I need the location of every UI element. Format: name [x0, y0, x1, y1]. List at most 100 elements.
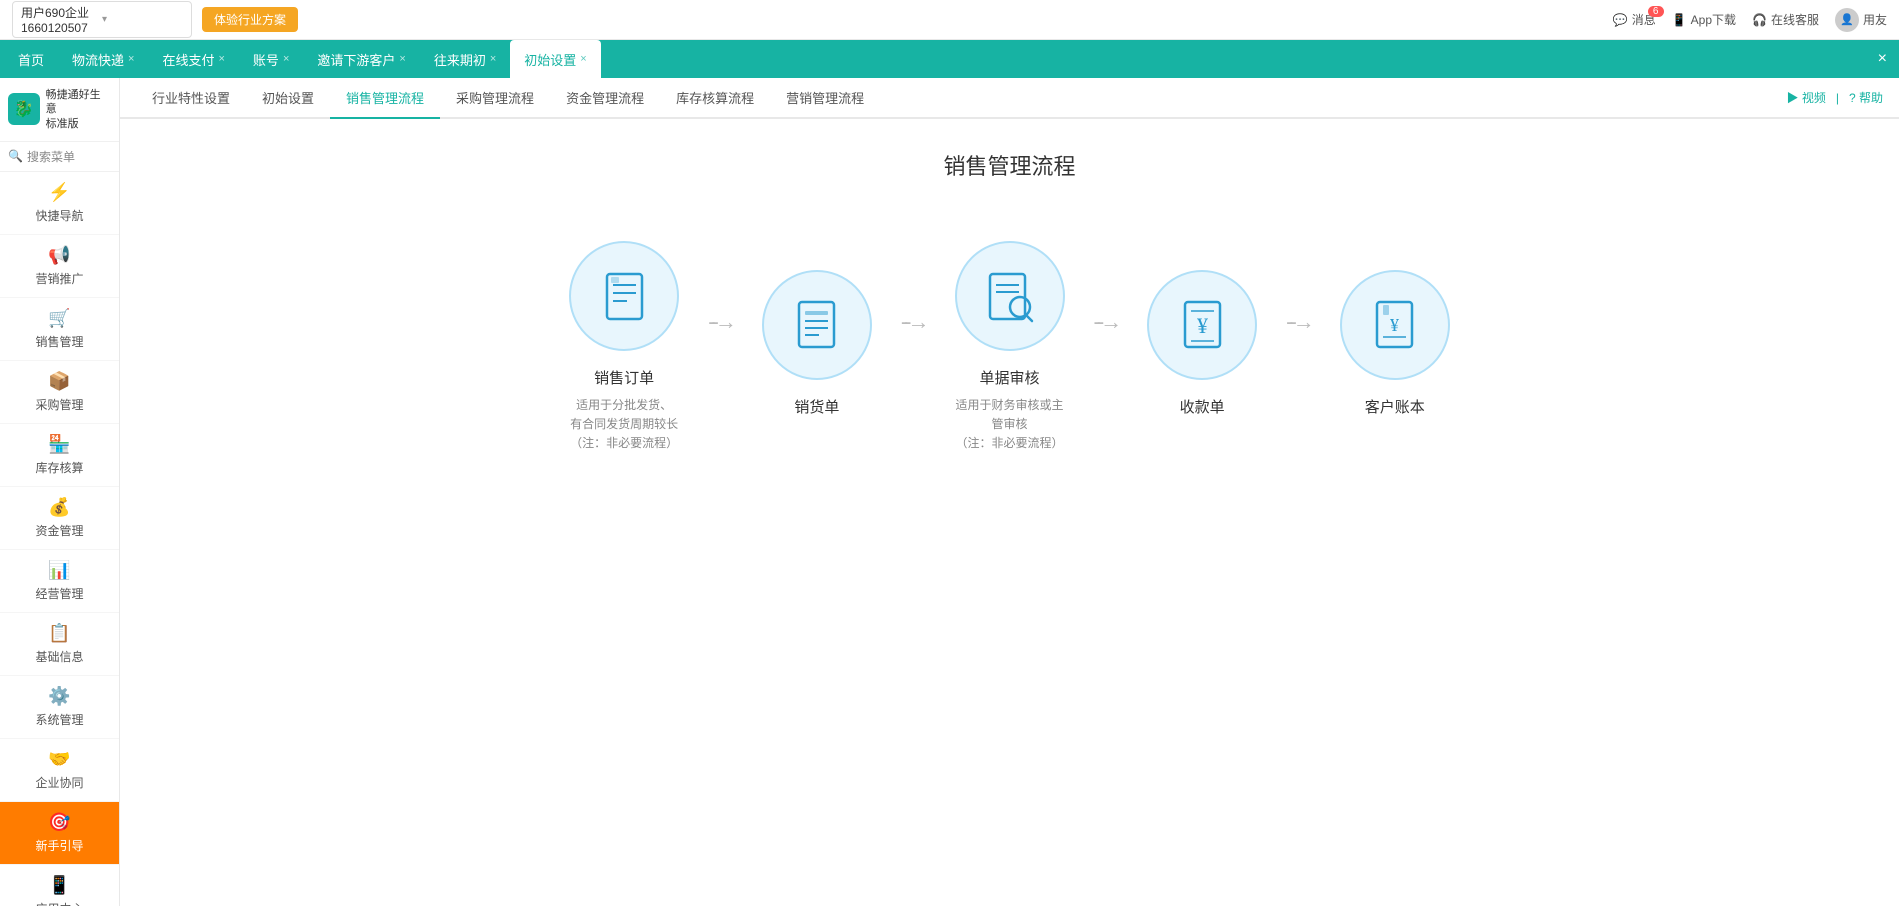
purchase-label: 采购管理 — [35, 396, 83, 413]
message-btn[interactable]: 💬 消息 6 — [1613, 11, 1656, 28]
system-icon: ⚙️ — [48, 686, 70, 707]
sidebar: 🐉 畅捷通好生意 标准版 🔍 搜索菜单 ⚡ 快捷导航 📢 营销推广 🛒 销售管理… — [0, 78, 120, 906]
help-label: 帮助 — [1859, 91, 1883, 105]
system-label: 系统管理 — [35, 711, 83, 728]
sales-label: 销售管理 — [35, 333, 83, 350]
subtab-init[interactable]: 初始设置 — [246, 78, 330, 119]
sidebar-item-enterprise[interactable]: 🤝 企业协同 — [0, 739, 119, 802]
top-bar-right: 💬 消息 6 📱 App下载 🎧 在线客服 👤 用友 — [1613, 8, 1887, 32]
nav-tab-payment[interactable]: 在线支付 × — [148, 40, 238, 78]
basic-label: 基础信息 — [35, 648, 83, 665]
sidebar-item-operation[interactable]: 📊 经营管理 — [0, 550, 119, 613]
close-history-icon[interactable]: × — [490, 53, 496, 65]
sidebar-item-app-center[interactable]: 📱 应用中心 — [0, 865, 119, 906]
inventory-icon: 🏪 — [48, 434, 70, 455]
subtab-marketing-flow[interactable]: 营销管理流程 — [770, 78, 880, 119]
message-badge: 6 — [1648, 6, 1664, 17]
close-payment-icon[interactable]: × — [218, 53, 224, 65]
close-invite-icon[interactable]: × — [399, 53, 405, 65]
nav-tab-account[interactable]: 账号 × — [239, 40, 303, 78]
sidebar-item-finance[interactable]: 💰 资金管理 — [0, 487, 119, 550]
flow-step-audit[interactable]: 单据审核 适用于财务审核或主管审核（注：非必要流程） — [930, 241, 1090, 454]
nav-tab-init[interactable]: 初始设置 × — [510, 40, 600, 78]
audit-desc: 适用于财务审核或主管审核（注：非必要流程） — [955, 396, 1063, 454]
subtab-inventory-calc[interactable]: 库存核算流程 — [660, 78, 770, 119]
nav-tab-payment-label: 在线支付 — [162, 50, 214, 69]
subtab-sales-flow[interactable]: 销售管理流程 — [330, 78, 440, 119]
sidebar-item-fast-nav[interactable]: ⚡ 快捷导航 — [0, 172, 119, 235]
nav-tab-logistics-label: 物流快递 — [72, 50, 124, 69]
subtab-industry[interactable]: 行业特性设置 — [136, 78, 246, 119]
fast-nav-label: 快捷导航 — [35, 207, 83, 224]
customer-account-name: 客户账本 — [1365, 396, 1425, 417]
app-center-label: 应用中心 — [35, 900, 83, 906]
subtab-purchase-flow[interactable]: 采购管理流程 — [440, 78, 550, 119]
sidebar-item-inventory[interactable]: 🏪 库存核算 — [0, 424, 119, 487]
video-link[interactable]: ▶ 视频 — [1786, 89, 1825, 106]
logo-line1: 畅捷通好生意 — [46, 88, 111, 117]
close-account-icon[interactable]: × — [283, 53, 289, 65]
nav-tab-logistics[interactable]: 物流快递 × — [58, 40, 148, 78]
nav-tab-home[interactable]: 首页 — [4, 40, 58, 78]
app-download-btn[interactable]: 📱 App下载 — [1672, 11, 1736, 28]
receipt-circle: ¥ — [1147, 270, 1257, 380]
sidebar-search[interactable]: 🔍 搜索菜单 — [0, 142, 119, 172]
flow-step-delivery[interactable]: 销货单 — [737, 270, 897, 425]
logo-text: 畅捷通好生意 标准版 — [46, 88, 111, 131]
newbie-icon: 🎯 — [48, 812, 70, 833]
flow-arrow-2: --→ — [901, 309, 926, 335]
sidebar-item-purchase[interactable]: 📦 采购管理 — [0, 361, 119, 424]
finance-icon: 💰 — [48, 497, 70, 518]
basic-icon: 📋 — [48, 623, 70, 644]
nav-tab-home-label: 首页 — [18, 50, 44, 69]
flow-step-customer-account[interactable]: ¥ 客户账本 — [1315, 270, 1475, 425]
audit-icon — [982, 269, 1037, 324]
receipt-name: 收款单 — [1180, 396, 1225, 417]
flow-step-sales-order[interactable]: 销售订单 适用于分批发货、有合同发货周期较长（注：非必要流程） — [544, 241, 704, 454]
enterprise-label: 企业协同 — [35, 774, 83, 791]
delivery-name: 销货单 — [794, 396, 839, 417]
sidebar-item-marketing[interactable]: 📢 营销推广 — [0, 235, 119, 298]
marketing-label: 营销推广 — [35, 270, 83, 287]
subtab-finance-flow-label: 资金管理流程 — [566, 91, 644, 106]
divider: | — [1836, 91, 1839, 105]
sidebar-item-system[interactable]: ⚙️ 系统管理 — [0, 676, 119, 739]
user-menu[interactable]: 👤 用友 — [1835, 8, 1887, 32]
sidebar-item-newbie[interactable]: 🎯 新手引导 — [0, 802, 119, 865]
subtab-finance-flow[interactable]: 资金管理流程 — [550, 78, 660, 119]
subtab-init-label: 初始设置 — [262, 91, 314, 106]
sidebar-item-basic[interactable]: 📋 基础信息 — [0, 613, 119, 676]
receipt-icon: ¥ — [1175, 297, 1230, 352]
nav-tab-history[interactable]: 往来期初 × — [420, 40, 510, 78]
sidebar-item-sales[interactable]: 🛒 销售管理 — [0, 298, 119, 361]
app-download-label: App下载 — [1691, 11, 1736, 28]
customer-account-icon: ¥ — [1367, 297, 1422, 352]
flow-step-receipt[interactable]: ¥ 收款单 — [1122, 270, 1282, 425]
nav-tab-account-label: 账号 — [253, 50, 279, 69]
delivery-icon — [789, 297, 844, 352]
play-icon: ▶ — [1786, 91, 1801, 105]
sub-tabs: 行业特性设置 初始设置 销售管理流程 采购管理流程 资金管理流程 库存核算流程 … — [120, 78, 1899, 119]
inventory-label: 库存核算 — [35, 459, 83, 476]
sub-tab-right: ▶ 视频 | ? 帮助 — [1786, 89, 1883, 106]
close-init-icon[interactable]: × — [580, 53, 586, 65]
close-all-tabs-btn[interactable]: × — [1870, 50, 1895, 68]
nav-tabs: 首页 物流快递 × 在线支付 × 账号 × 邀请下游客户 × 往来期初 × 初始… — [0, 40, 1899, 78]
dropdown-arrow-icon: ▾ — [102, 14, 183, 25]
customer-account-circle: ¥ — [1340, 270, 1450, 380]
trial-button[interactable]: 体验行业方案 — [202, 7, 298, 32]
close-logistics-icon[interactable]: × — [128, 53, 134, 65]
help-link[interactable]: ? 帮助 — [1849, 89, 1883, 106]
nav-tab-invite[interactable]: 邀请下游客户 × — [303, 40, 419, 78]
svg-text:¥: ¥ — [1390, 315, 1399, 335]
online-service-btn[interactable]: 🎧 在线客服 — [1752, 11, 1819, 28]
top-bar: 用户690企业1660120507 ▾ 体验行业方案 💬 消息 6 📱 App下… — [0, 0, 1899, 40]
user-select[interactable]: 用户690企业1660120507 ▾ — [12, 1, 192, 38]
app-center-icon: 📱 — [48, 875, 70, 896]
logo-icon: 🐉 — [8, 93, 40, 125]
sidebar-logo: 🐉 畅捷通好生意 标准版 — [0, 78, 119, 142]
flow-arrow-4: --→ — [1286, 309, 1311, 335]
sales-icon: 🛒 — [48, 308, 70, 329]
nav-tab-history-label: 往来期初 — [434, 50, 486, 69]
layout: 🐉 畅捷通好生意 标准版 🔍 搜索菜单 ⚡ 快捷导航 📢 营销推广 🛒 销售管理… — [0, 78, 1899, 906]
